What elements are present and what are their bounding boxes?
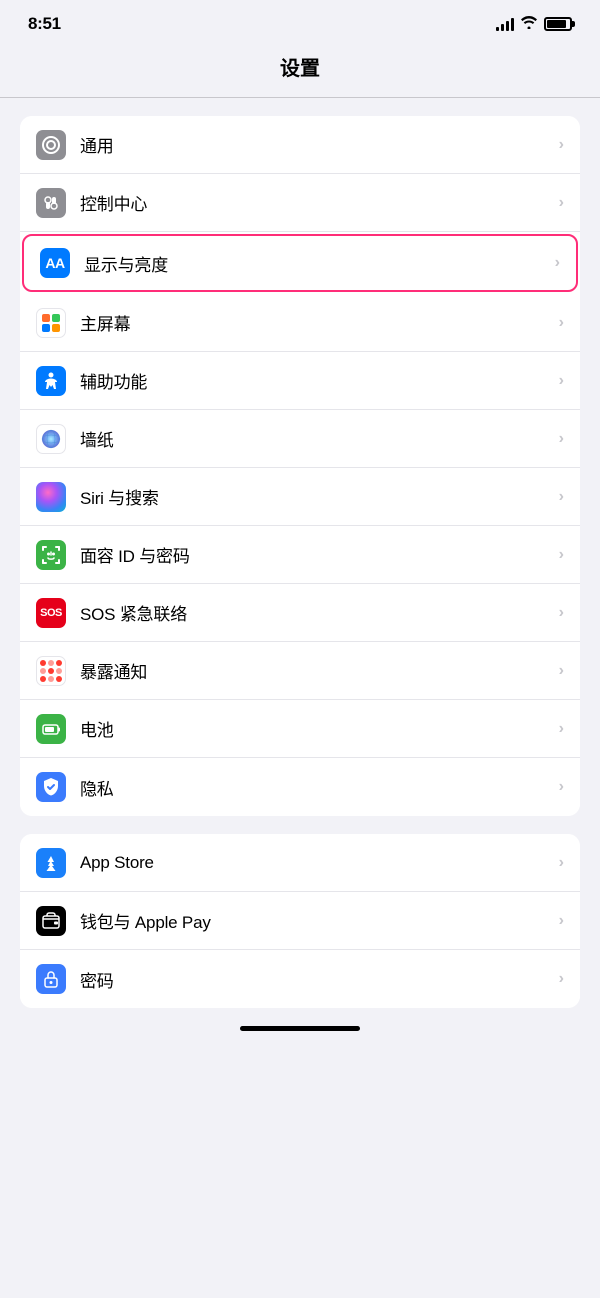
exposure-chevron: › (559, 662, 564, 680)
status-bar: 8:51 (0, 0, 600, 42)
display-icon: AA (40, 248, 70, 278)
password-icon (36, 964, 66, 994)
signal-icon (496, 17, 514, 31)
wallpaper-label: 墙纸 (80, 426, 551, 451)
home-bar (240, 1026, 360, 1031)
battery-label: 电池 (80, 716, 551, 741)
sos-label: SOS 紧急联络 (80, 600, 551, 625)
general-label: 通用 (80, 132, 551, 157)
faceid-label: 面容 ID 与密码 (80, 542, 551, 567)
battery-row-icon (36, 714, 66, 744)
privacy-icon (36, 772, 66, 802)
sos-chevron: › (559, 604, 564, 622)
control-icon (36, 188, 66, 218)
settings-row-homescreen[interactable]: 主屏幕 › (20, 294, 580, 352)
homescreen-icon (36, 308, 66, 338)
homescreen-chevron: › (559, 314, 564, 332)
accessibility-chevron: › (559, 372, 564, 390)
exposure-dots (40, 660, 62, 682)
settings-row-faceid[interactable]: 面容 ID 与密码 › (20, 526, 580, 584)
siri-icon (36, 482, 66, 512)
exposure-label: 暴露通知 (80, 658, 551, 683)
status-icons (496, 15, 572, 34)
settings-row-control[interactable]: 控制中心 › (20, 174, 580, 232)
password-chevron: › (559, 970, 564, 988)
settings-row-password[interactable]: 密码 › (20, 950, 580, 1008)
wallet-chevron: › (559, 912, 564, 930)
privacy-chevron: › (559, 778, 564, 796)
display-label: 显示与亮度 (84, 251, 547, 276)
wallpaper-chevron: › (559, 430, 564, 448)
password-label: 密码 (80, 967, 551, 992)
settings-row-battery[interactable]: 电池 › (20, 700, 580, 758)
page-title: 设置 (0, 42, 600, 98)
battery-icon (544, 17, 572, 31)
settings-row-exposure[interactable]: 暴露通知 › (20, 642, 580, 700)
appstore-chevron: › (559, 854, 564, 872)
wallet-icon (36, 906, 66, 936)
wallet-label: 钱包与 Apple Pay (80, 908, 551, 933)
control-chevron: › (559, 194, 564, 212)
control-label: 控制中心 (80, 190, 551, 215)
status-time: 8:51 (28, 14, 61, 34)
privacy-label: 隐私 (80, 775, 551, 800)
faceid-chevron: › (559, 546, 564, 564)
settings-row-sos[interactable]: SOS SOS 紧急联络 › (20, 584, 580, 642)
appstore-icon (36, 848, 66, 878)
settings-row-display[interactable]: AA 显示与亮度 › (22, 234, 578, 292)
settings-section-2: App Store › 钱包与 Apple Pay › 密码 › (20, 834, 580, 1008)
display-chevron: › (555, 254, 560, 272)
siri-label: Siri 与搜索 (80, 484, 551, 509)
settings-row-general[interactable]: 通用 › (20, 116, 580, 174)
settings-row-privacy[interactable]: 隐私 › (20, 758, 580, 816)
accessibility-icon (36, 366, 66, 396)
faceid-icon (36, 540, 66, 570)
general-chevron: › (559, 136, 564, 154)
wifi-icon (520, 15, 538, 34)
settings-row-wallet[interactable]: 钱包与 Apple Pay › (20, 892, 580, 950)
siri-chevron: › (559, 488, 564, 506)
settings-row-siri[interactable]: Siri 与搜索 › (20, 468, 580, 526)
settings-row-appstore[interactable]: App Store › (20, 834, 580, 892)
homescreen-label: 主屏幕 (80, 310, 551, 335)
battery-chevron: › (559, 720, 564, 738)
sos-icon: SOS (36, 598, 66, 628)
settings-section-1: 通用 › 控制中心 › AA 显示与亮度 › (20, 116, 580, 816)
accessibility-label: 辅助功能 (80, 368, 551, 393)
settings-row-wallpaper[interactable]: 墙纸 › (20, 410, 580, 468)
general-icon (36, 130, 66, 160)
exposure-icon (36, 656, 66, 686)
appstore-label: App Store (80, 853, 551, 873)
settings-row-accessibility[interactable]: 辅助功能 › (20, 352, 580, 410)
wallpaper-icon (36, 424, 66, 454)
